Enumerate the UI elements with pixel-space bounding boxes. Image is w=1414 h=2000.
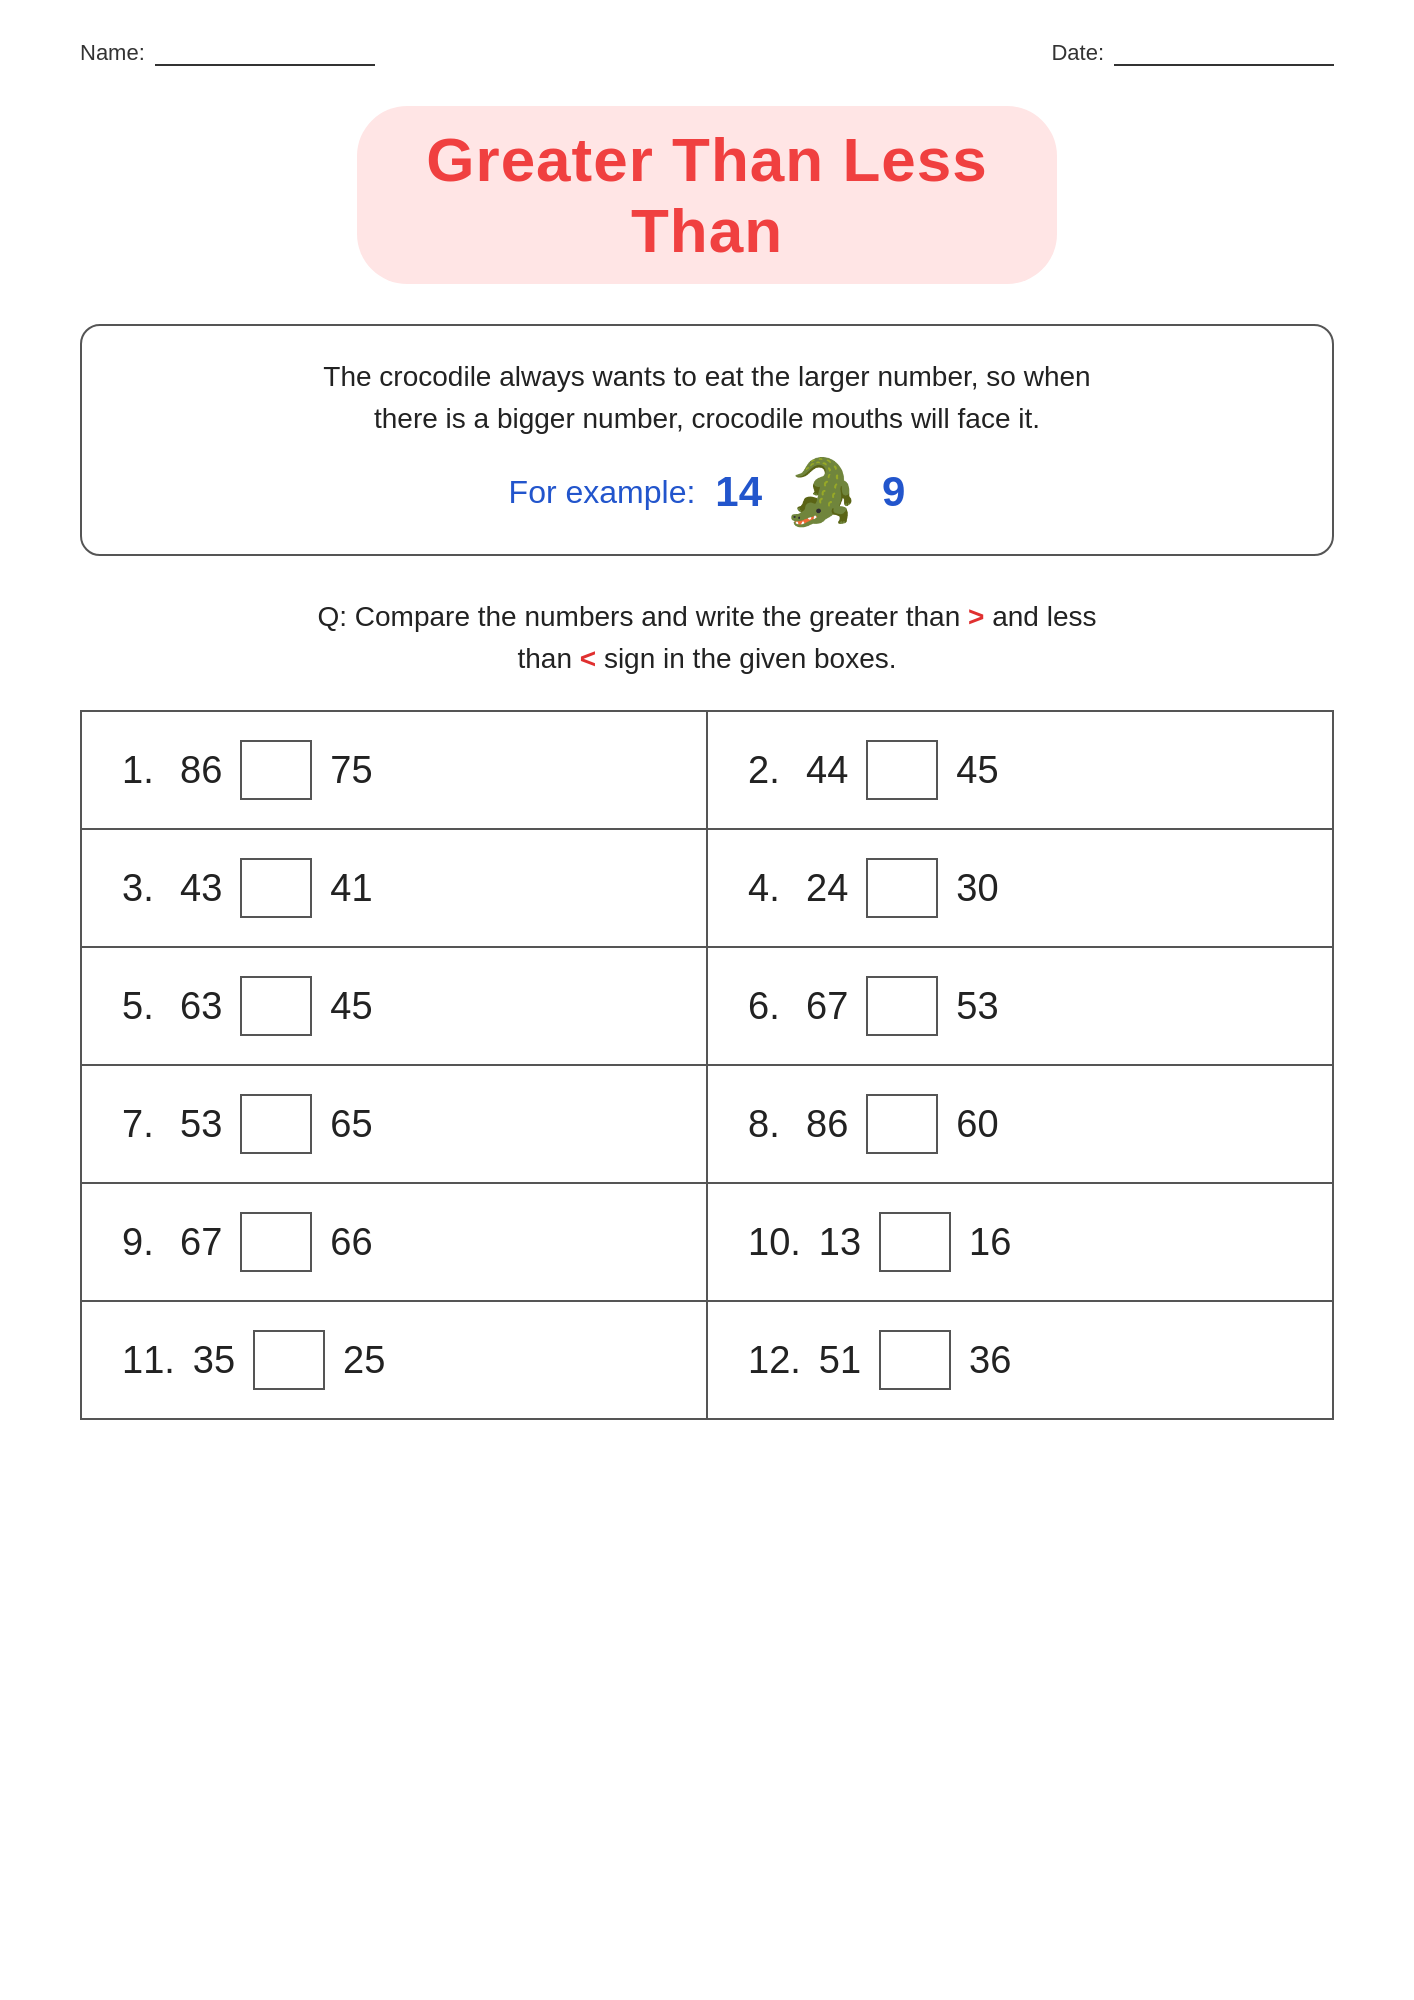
answer-box-3[interactable] xyxy=(240,858,312,918)
problem-row: 9. 67 66 xyxy=(122,1212,666,1272)
answer-box-2[interactable] xyxy=(866,740,938,800)
problem-cell-11: 11. 35 25 xyxy=(81,1301,707,1419)
problem-row: 12. 51 36 xyxy=(748,1330,1292,1390)
first-number: 51 xyxy=(819,1339,861,1382)
example-label: For example: xyxy=(509,474,696,511)
second-number: 66 xyxy=(330,1221,372,1264)
example-num1: 14 xyxy=(715,468,762,516)
problem-cell-7: 7. 53 65 xyxy=(81,1065,707,1183)
title-box: Greater Than Less Than xyxy=(357,106,1057,284)
answer-box-4[interactable] xyxy=(866,858,938,918)
problem-index: 12. xyxy=(748,1339,801,1382)
problem-index: 3. xyxy=(122,867,162,910)
first-number: 86 xyxy=(180,749,222,792)
problem-index: 4. xyxy=(748,867,788,910)
problem-index: 6. xyxy=(748,985,788,1028)
first-number: 67 xyxy=(806,985,848,1028)
problem-row: 3. 43 41 xyxy=(122,858,666,918)
answer-box-12[interactable] xyxy=(879,1330,951,1390)
header: Name: Date: xyxy=(80,40,1334,66)
crocodile-icon: 🐊 xyxy=(782,460,862,524)
first-number: 13 xyxy=(819,1221,861,1264)
answer-box-9[interactable] xyxy=(240,1212,312,1272)
problem-cell-2: 2. 44 45 xyxy=(707,711,1333,829)
problem-cell-1: 1. 86 75 xyxy=(81,711,707,829)
answer-box-6[interactable] xyxy=(866,976,938,1036)
problem-index: 10. xyxy=(748,1221,801,1264)
first-number: 67 xyxy=(180,1221,222,1264)
first-number: 44 xyxy=(806,749,848,792)
instruction-box: The crocodile always wants to eat the la… xyxy=(80,324,1334,556)
problem-row: 8. 86 60 xyxy=(748,1094,1292,1154)
problems-table: 1. 86 75 2. 44 45 3. 43 41 4. 24 xyxy=(80,710,1334,1420)
problem-row: 5. 63 45 xyxy=(122,976,666,1036)
example-row: For example: 14 🐊 9 xyxy=(132,460,1282,524)
problem-index: 7. xyxy=(122,1103,162,1146)
second-number: 75 xyxy=(330,749,372,792)
problem-cell-12: 12. 51 36 xyxy=(707,1301,1333,1419)
name-label: Name: xyxy=(80,40,145,66)
page-title: Greater Than Less Than xyxy=(426,125,987,265)
problem-index: 11. xyxy=(122,1339,175,1382)
second-number: 41 xyxy=(330,867,372,910)
second-number: 36 xyxy=(969,1339,1011,1382)
greater-than-symbol: > xyxy=(968,601,984,632)
problem-row: 7. 53 65 xyxy=(122,1094,666,1154)
date-field: Date: xyxy=(1051,40,1334,66)
second-number: 53 xyxy=(956,985,998,1028)
answer-box-10[interactable] xyxy=(879,1212,951,1272)
first-number: 53 xyxy=(180,1103,222,1146)
problem-row: 6. 67 53 xyxy=(748,976,1292,1036)
second-number: 45 xyxy=(330,985,372,1028)
second-number: 45 xyxy=(956,749,998,792)
problem-cell-9: 9. 67 66 xyxy=(81,1183,707,1301)
second-number: 65 xyxy=(330,1103,372,1146)
example-num2: 9 xyxy=(882,468,905,516)
first-number: 35 xyxy=(193,1339,235,1382)
problem-row: 11. 35 25 xyxy=(122,1330,666,1390)
first-number: 86 xyxy=(806,1103,848,1146)
less-than-symbol: < xyxy=(580,643,596,674)
name-line xyxy=(155,42,375,66)
instruction-text: The crocodile always wants to eat the la… xyxy=(132,356,1282,440)
first-number: 24 xyxy=(806,867,848,910)
problem-cell-10: 10. 13 16 xyxy=(707,1183,1333,1301)
name-field: Name: xyxy=(80,40,375,66)
problem-cell-5: 5. 63 45 xyxy=(81,947,707,1065)
problem-index: 9. xyxy=(122,1221,162,1264)
second-number: 60 xyxy=(956,1103,998,1146)
problem-cell-4: 4. 24 30 xyxy=(707,829,1333,947)
problem-row: 10. 13 16 xyxy=(748,1212,1292,1272)
answer-box-7[interactable] xyxy=(240,1094,312,1154)
problem-row: 4. 24 30 xyxy=(748,858,1292,918)
problem-cell-6: 6. 67 53 xyxy=(707,947,1333,1065)
problem-cell-3: 3. 43 41 xyxy=(81,829,707,947)
second-number: 30 xyxy=(956,867,998,910)
second-number: 25 xyxy=(343,1339,385,1382)
answer-box-11[interactable] xyxy=(253,1330,325,1390)
problem-cell-8: 8. 86 60 xyxy=(707,1065,1333,1183)
problem-index: 5. xyxy=(122,985,162,1028)
answer-box-5[interactable] xyxy=(240,976,312,1036)
answer-box-8[interactable] xyxy=(866,1094,938,1154)
date-label: Date: xyxy=(1051,40,1104,66)
problem-row: 1. 86 75 xyxy=(122,740,666,800)
first-number: 63 xyxy=(180,985,222,1028)
second-number: 16 xyxy=(969,1221,1011,1264)
problem-index: 1. xyxy=(122,749,162,792)
answer-box-1[interactable] xyxy=(240,740,312,800)
problem-index: 2. xyxy=(748,749,788,792)
problem-index: 8. xyxy=(748,1103,788,1146)
problem-row: 2. 44 45 xyxy=(748,740,1292,800)
question-text: Q: Compare the numbers and write the gre… xyxy=(80,596,1334,680)
date-line xyxy=(1114,42,1334,66)
first-number: 43 xyxy=(180,867,222,910)
